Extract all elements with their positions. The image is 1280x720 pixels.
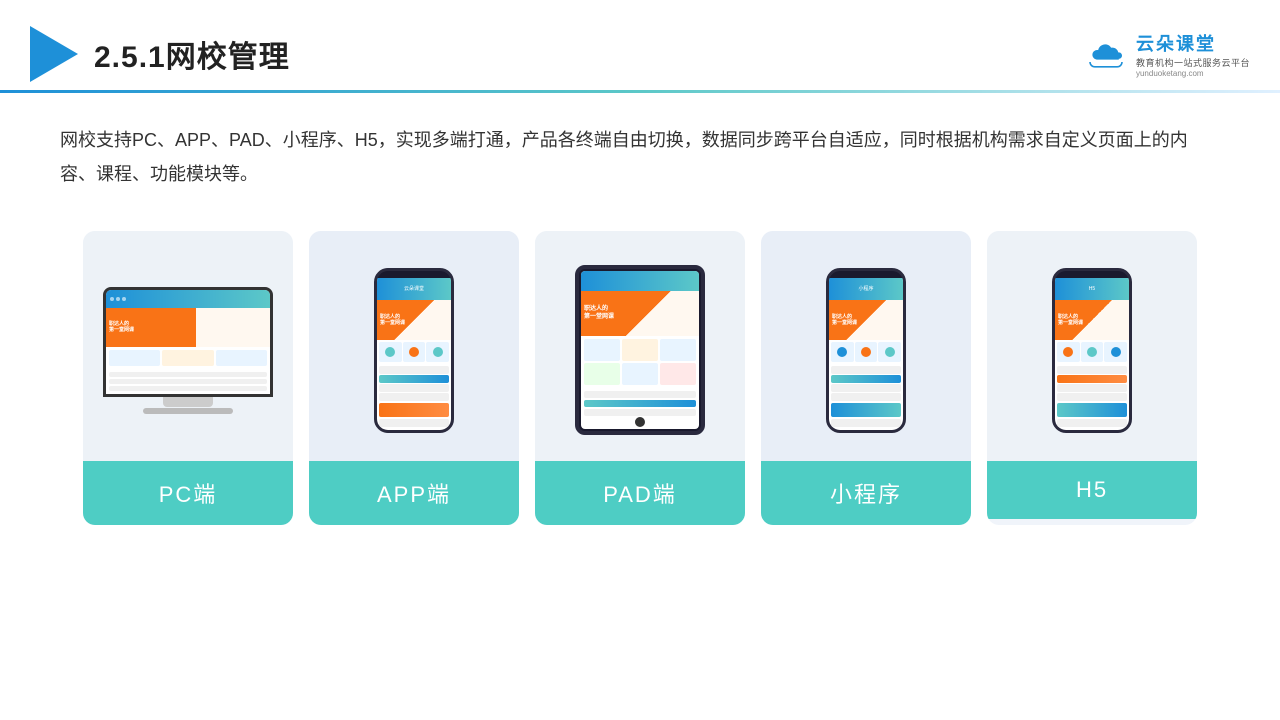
page-title: 2.5.1网校管理: [94, 32, 290, 76]
pc-base: [143, 408, 233, 414]
cloud-text-block: 云朵课堂 教育机构一站式服务云平台 yunduoketang.com: [1136, 30, 1250, 78]
card-app-image: 云朵课堂 职达人的第一堂网课: [309, 231, 519, 461]
miniapp-phone-mockup: 小程序 职达人的第一堂网课: [826, 268, 906, 433]
card-pad-label: PAD端: [535, 461, 745, 525]
card-pc-label: PC端: [83, 461, 293, 525]
h5-phone-body: H5 职达人的第一堂网课: [1052, 268, 1132, 433]
header: 2.5.1网校管理 云朵课堂 教育机构一站式服务云平台 yunduoketang…: [0, 0, 1280, 90]
card-pad: 职达人的第一堂网课: [535, 231, 745, 525]
pc-stand: [163, 397, 213, 407]
h5-phone-screen: H5 职达人的第一堂网课: [1055, 278, 1129, 430]
brand-triangle-icon: [30, 26, 78, 82]
pc-monitor: 职达人的第一堂网课: [103, 287, 273, 397]
pc-screen: 职达人的第一堂网课: [106, 290, 270, 394]
description: 网校支持PC、APP、PAD、小程序、H5，实现多端打通，产品各终端自由切换，数…: [0, 93, 1280, 201]
app-phone-screen: 云朵课堂 职达人的第一堂网课: [377, 278, 451, 430]
app-phone-notch: [402, 272, 426, 278]
card-miniapp-label: 小程序: [761, 461, 971, 525]
card-pad-image: 职达人的第一堂网课: [535, 231, 745, 461]
app-phone-body: 云朵课堂 职达人的第一堂网课: [374, 268, 454, 433]
pad-tablet-mockup: 职达人的第一堂网课: [575, 265, 705, 435]
cloud-main-text: 云朵课堂: [1136, 30, 1216, 56]
h5-phone-notch: [1080, 272, 1104, 278]
cloud-logo: 云朵课堂 教育机构一站式服务云平台 yunduoketang.com: [1082, 30, 1250, 78]
miniapp-phone-body: 小程序 职达人的第一堂网课: [826, 268, 906, 433]
pad-tablet-screen: 职达人的第一堂网课: [581, 271, 699, 429]
pad-tablet-body: 职达人的第一堂网课: [575, 265, 705, 435]
cloud-url-text: yunduoketang.com: [1136, 69, 1204, 78]
card-app-label: APP端: [309, 461, 519, 525]
cloud-sub-text: 教育机构一站式服务云平台: [1136, 56, 1250, 69]
miniapp-phone-screen: 小程序 职达人的第一堂网课: [829, 278, 903, 430]
header-left: 2.5.1网校管理: [30, 26, 290, 82]
pc-mockup: 职达人的第一堂网课: [98, 287, 278, 414]
card-h5-label: H5: [987, 461, 1197, 519]
card-miniapp-image: 小程序 职达人的第一堂网课: [761, 231, 971, 461]
card-miniapp: 小程序 职达人的第一堂网课: [761, 231, 971, 525]
card-h5-image: H5 职达人的第一堂网课: [987, 231, 1197, 461]
card-pc: 职达人的第一堂网课: [83, 231, 293, 525]
app-phone-mockup: 云朵课堂 职达人的第一堂网课: [374, 268, 454, 433]
tablet-home-button: [635, 417, 645, 427]
card-app: 云朵课堂 职达人的第一堂网课: [309, 231, 519, 525]
cards-container: 职达人的第一堂网课: [0, 201, 1280, 545]
card-h5: H5 职达人的第一堂网课: [987, 231, 1197, 525]
card-pc-image: 职达人的第一堂网课: [83, 231, 293, 461]
cloud-icon: [1082, 36, 1130, 72]
h5-phone-mockup: H5 职达人的第一堂网课: [1052, 268, 1132, 433]
miniapp-phone-notch: [854, 272, 878, 278]
